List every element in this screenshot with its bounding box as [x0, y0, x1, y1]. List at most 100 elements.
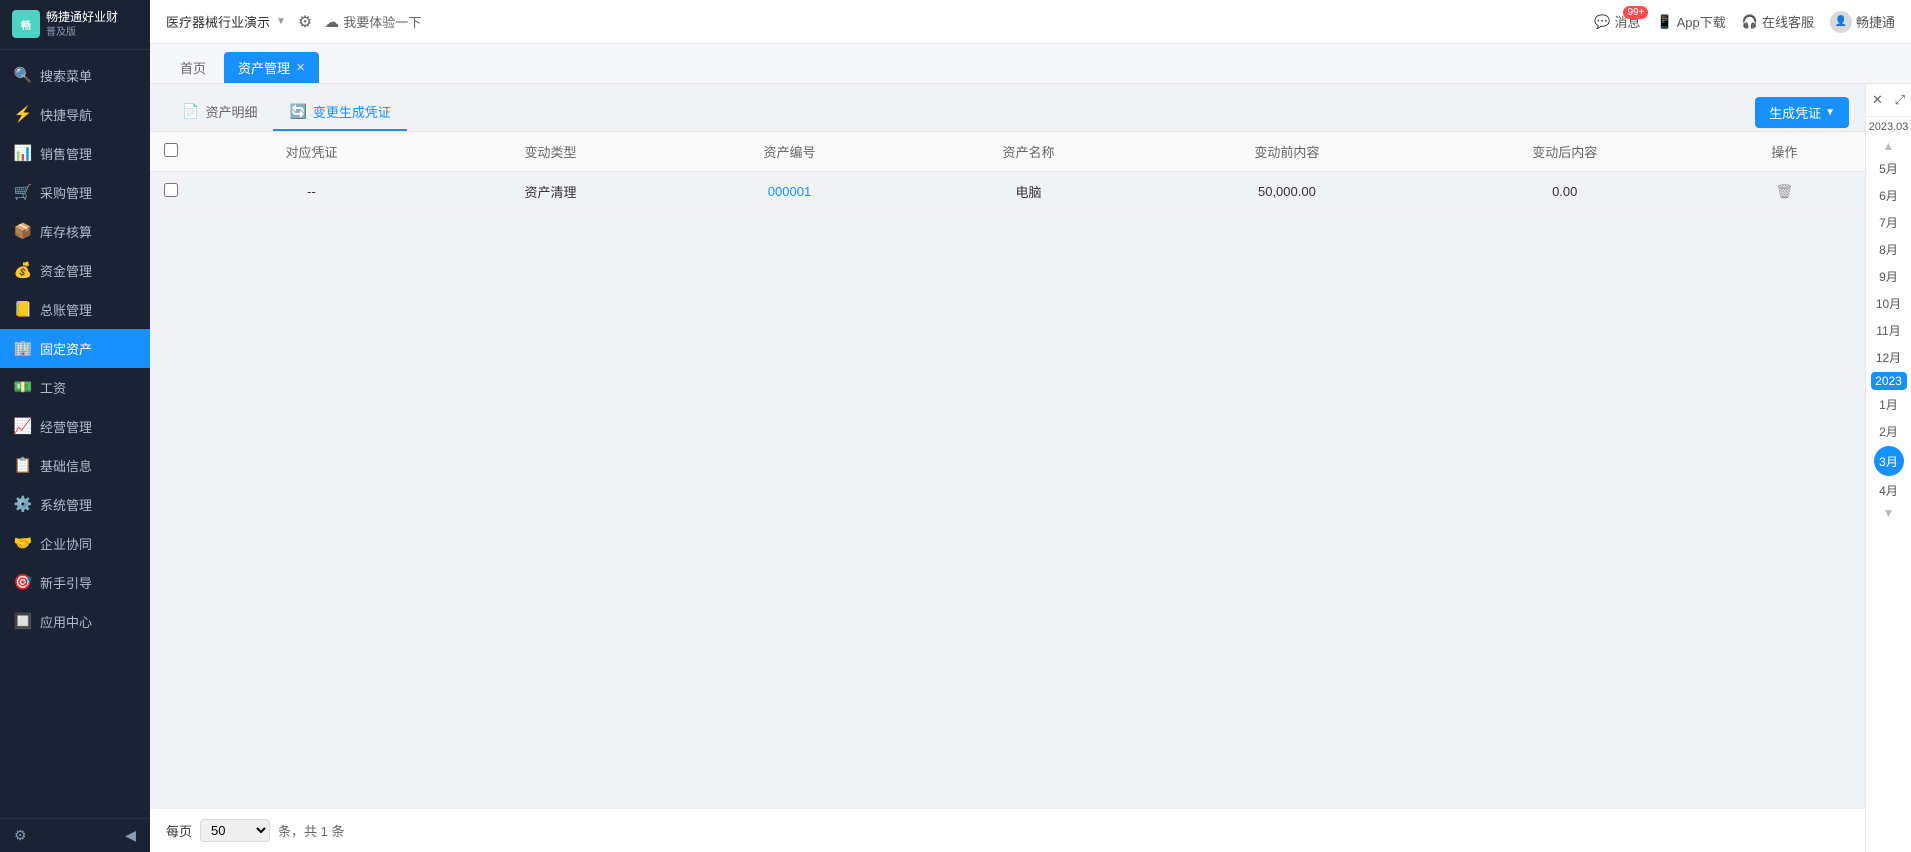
company-selector[interactable]: 医疗器械行业演示 ▼	[166, 12, 286, 31]
sidebar-item-inventory[interactable]: 📦 库存核算	[0, 212, 150, 251]
scroll-down-icon[interactable]: ▼	[1883, 506, 1895, 520]
main-area: 医疗器械行业演示 ▼ ⚙ ☁ 我要体验一下 💬 消息 99+ 📱 App下载 🎧…	[150, 0, 1911, 852]
right-panel-close-icon[interactable]: ✕	[1872, 92, 1883, 108]
right-panel-header: ✕ ⤢	[1866, 92, 1911, 117]
message-icon: 💬	[1594, 14, 1610, 30]
generate-voucher-button[interactable]: 生成凭证 ▼	[1755, 97, 1849, 128]
logo-text: 畅捷通好业财 普及版	[46, 10, 118, 39]
page-info: 条，共 1 条	[278, 821, 344, 840]
sidebar-item-purchase[interactable]: 🛒 采购管理	[0, 173, 150, 212]
feedback-btn[interactable]: ☁ 我要体验一下	[324, 12, 421, 31]
cell-voucher: --	[192, 172, 431, 212]
row-checkbox[interactable]	[164, 183, 178, 197]
sidebar-item-system[interactable]: ⚙️ 系统管理	[0, 485, 150, 524]
sidebar-item-guide[interactable]: 🎯 新手引导	[0, 563, 150, 602]
delete-icon[interactable]: 🗑	[1775, 183, 1793, 199]
tab-asset-mgmt[interactable]: 资产管理 ✕	[224, 52, 319, 83]
ledger-icon: 📒	[14, 300, 32, 318]
month-3[interactable]: 3月	[1874, 446, 1904, 476]
message-btn[interactable]: 💬 消息 99+	[1594, 12, 1640, 31]
sidebar-item-finance[interactable]: 💰 资金管理	[0, 251, 150, 290]
subtab-change-voucher[interactable]: 🔄 变更生成凭证	[273, 94, 406, 131]
month-2[interactable]: 2月	[1871, 419, 1907, 444]
month-1[interactable]: 1月	[1871, 392, 1907, 417]
sidebar-item-sales[interactable]: 📊 销售管理	[0, 134, 150, 173]
sidebar-item-app-center[interactable]: 🔲 应用中心	[0, 602, 150, 641]
service-btn[interactable]: 🎧 在线客服	[1742, 12, 1814, 31]
cell-asset-name: 电脑	[909, 172, 1148, 212]
sidebar-item-basic-info[interactable]: 📋 基础信息	[0, 446, 150, 485]
search-icon: 🔍	[14, 66, 32, 84]
month-9[interactable]: 9月	[1871, 264, 1907, 289]
service-icon: 🎧	[1742, 14, 1758, 30]
table-row: -- 资产清理 000001 电脑 50,000.00 0.00 🗑	[150, 172, 1865, 212]
pagination: 每页 50 10 20 100 条，共 1 条	[150, 808, 1865, 852]
sidebar: 畅 畅捷通好业财 普及版 🔍 搜索菜单 ⚡ 快捷导航 📊 销售管理 🛒 采购管理…	[0, 0, 150, 852]
scroll-up-icon[interactable]: ▲	[1883, 139, 1895, 153]
company-arrow-icon: ▼	[276, 16, 286, 27]
month-5[interactable]: 5月	[1871, 156, 1907, 181]
sales-icon: 📊	[14, 144, 32, 162]
month-12[interactable]: 12月	[1871, 345, 1907, 370]
page-size-label: 每页	[166, 821, 192, 840]
right-panel: ✕ ⤢ 2023.03 ▲ 5月 6月 7月 8月 9月 10月 11月 12月…	[1865, 84, 1911, 852]
row-checkbox-cell	[150, 172, 192, 212]
payroll-icon: 💵	[14, 378, 32, 396]
cell-asset-no: 000001	[670, 172, 909, 212]
basic-info-icon: 📋	[14, 456, 32, 474]
subtabs: 📄 资产明细 🔄 变更生成凭证 生成凭证 ▼	[150, 84, 1865, 132]
cell-action: 🗑	[1704, 172, 1865, 212]
month-6[interactable]: 6月	[1871, 183, 1907, 208]
topbar-right: 💬 消息 99+ 📱 App下载 🎧 在线客服 👤 畅捷通	[1594, 11, 1895, 33]
quick-nav-icon: ⚡	[14, 105, 32, 123]
cell-before: 50,000.00	[1148, 172, 1426, 212]
main-content: 📄 资产明细 🔄 变更生成凭证 生成凭证 ▼	[150, 84, 1865, 852]
page-size-select[interactable]: 50 10 20 100	[200, 819, 270, 842]
cell-change-type: 资产清理	[431, 172, 670, 212]
col-change-type: 变动类型	[431, 132, 670, 172]
topbar: 医疗器械行业演示 ▼ ⚙ ☁ 我要体验一下 💬 消息 99+ 📱 App下载 🎧…	[150, 0, 1911, 44]
cell-after: 0.00	[1426, 172, 1704, 212]
sidebar-item-search[interactable]: 🔍 搜索菜单	[0, 56, 150, 95]
sidebar-bottom: ⚙ ◀	[0, 818, 150, 852]
tab-home[interactable]: 首页	[166, 52, 220, 83]
col-action: 操作	[1704, 132, 1865, 172]
col-after: 变动后内容	[1426, 132, 1704, 172]
user-menu[interactable]: 👤 畅捷通	[1830, 11, 1895, 33]
header-checkbox-cell	[150, 132, 192, 172]
enterprise-icon: 🤝	[14, 534, 32, 552]
month-8[interactable]: 8月	[1871, 237, 1907, 262]
settings-bottom-icon[interactable]: ⚙	[14, 827, 27, 844]
month-7[interactable]: 7月	[1871, 210, 1907, 235]
right-panel-expand-icon[interactable]: ⤢	[1895, 92, 1905, 108]
topbar-settings-icon[interactable]: ⚙	[298, 12, 312, 32]
year-2023[interactable]: 2023	[1871, 372, 1907, 390]
sidebar-item-fixed-assets[interactable]: 🏢 固定资产	[0, 329, 150, 368]
col-asset-no: 资产编号	[670, 132, 909, 172]
change-voucher-icon: 🔄	[289, 103, 306, 120]
asset-list-icon: 📄	[182, 103, 199, 120]
sidebar-item-payroll[interactable]: 💵 工资	[0, 368, 150, 407]
month-4[interactable]: 4月	[1871, 478, 1907, 503]
app-download-btn[interactable]: 📱 App下载	[1656, 12, 1725, 31]
collapse-icon[interactable]: ◀	[125, 827, 136, 844]
right-panel-months: ▲ 5月 6月 7月 8月 9月 10月 11月 12月 2023 1月 2月 …	[1866, 137, 1911, 844]
asset-table: 对应凭证 变动类型 资产编号 资产名称 变动前内容 变动后内容 操作	[150, 132, 1865, 212]
sidebar-item-quick-nav[interactable]: ⚡ 快捷导航	[0, 95, 150, 134]
avatar: 👤	[1830, 11, 1852, 33]
select-all-checkbox[interactable]	[164, 143, 178, 157]
sidebar-item-enterprise[interactable]: 🤝 企业协同	[0, 524, 150, 563]
tab-close-icon[interactable]: ✕	[296, 61, 305, 74]
operations-icon: 📈	[14, 417, 32, 435]
finance-icon: 💰	[14, 261, 32, 279]
content-panel-wrapper: 📄 资产明细 🔄 变更生成凭证 生成凭证 ▼	[150, 84, 1911, 852]
system-icon: ⚙️	[14, 495, 32, 513]
generate-arrow-icon: ▼	[1825, 107, 1835, 118]
inventory-icon: 📦	[14, 222, 32, 240]
subtab-asset-list[interactable]: 📄 资产明细	[166, 94, 273, 131]
sidebar-item-ledger[interactable]: 📒 总账管理	[0, 290, 150, 329]
month-11[interactable]: 11月	[1871, 318, 1907, 343]
col-voucher: 对应凭证	[192, 132, 431, 172]
month-10[interactable]: 10月	[1871, 291, 1907, 316]
sidebar-item-operations[interactable]: 📈 经营管理	[0, 407, 150, 446]
